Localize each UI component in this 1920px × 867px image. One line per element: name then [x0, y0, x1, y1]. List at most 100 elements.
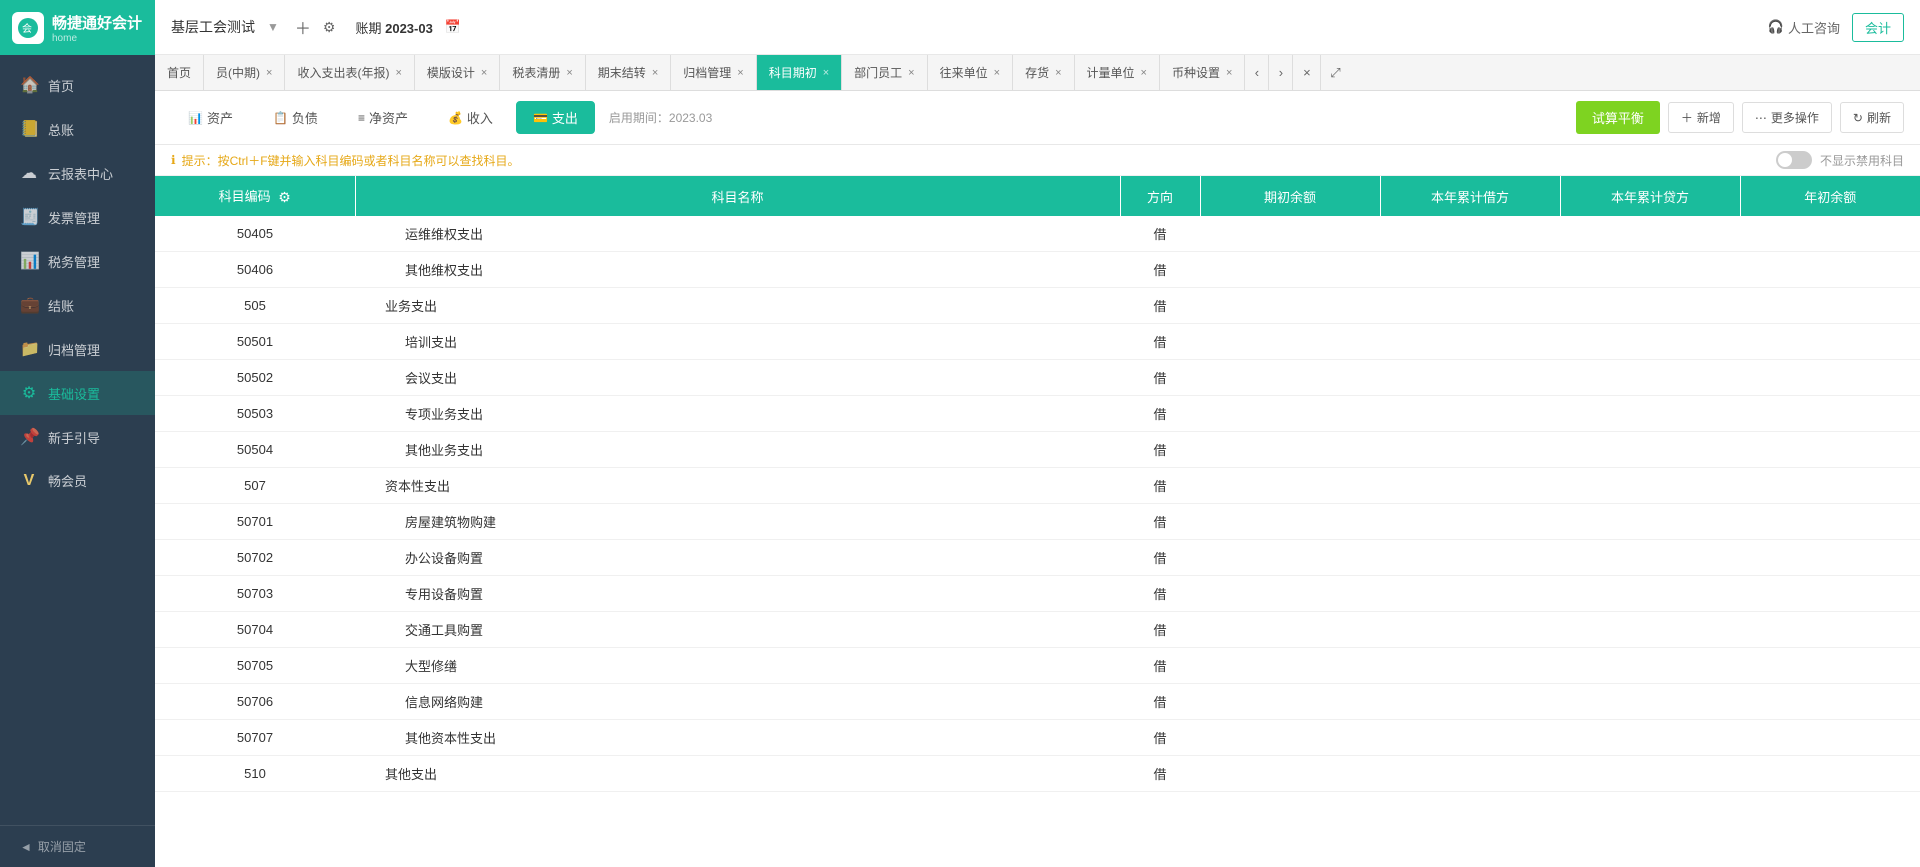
tab-tax[interactable]: 税表清册 × [500, 55, 585, 90]
tab-report-mid[interactable]: 员(中期) × [204, 55, 285, 90]
tab-expand-button[interactable]: ⤢ [1321, 55, 1349, 90]
sidebar-item-archive[interactable]: 📁 归档管理 [0, 327, 155, 371]
refresh-button[interactable]: ↻ 刷新 [1840, 102, 1904, 133]
table-row[interactable]: 50703专用设备购置借 [155, 576, 1920, 612]
table-row[interactable]: 50706信息网络购建借 [155, 684, 1920, 720]
tab-period-end-close[interactable]: × [652, 67, 658, 79]
table-row[interactable]: 507资本性支出借 [155, 468, 1920, 504]
cell-opening [1200, 576, 1380, 612]
sub-tab-net-asset[interactable]: ≡ 净资产 [341, 101, 425, 134]
sidebar-item-checkout[interactable]: 💼 结账 [0, 283, 155, 327]
sidebar-item-settings[interactable]: ⚙ 基础设置 [0, 371, 155, 415]
cell-name: 业务支出 [355, 288, 1120, 324]
cell-code: 50701 [155, 504, 355, 540]
company-dropdown-icon[interactable]: ▼ [267, 20, 279, 34]
sidebar-collapse[interactable]: ◄ 取消固定 [0, 825, 155, 867]
cell-direction: 借 [1120, 432, 1200, 468]
table-row[interactable]: 50501培训支出借 [155, 324, 1920, 360]
table-row[interactable]: 50503专项业务支出借 [155, 396, 1920, 432]
more-button[interactable]: ⋯ 更多操作 [1742, 102, 1832, 133]
tab-partner-close[interactable]: × [994, 67, 1000, 79]
tab-subject-init-close[interactable]: × [823, 67, 829, 79]
tab-subject-init[interactable]: 科目期初 × [757, 55, 842, 90]
tab-unit[interactable]: 计量单位 × [1075, 55, 1160, 90]
col-direction: 方向 [1120, 176, 1200, 216]
disable-toggle[interactable] [1776, 151, 1812, 169]
tab-partner[interactable]: 往来单位 × [928, 55, 1013, 90]
tab-prev-button[interactable]: ‹ [1245, 55, 1269, 90]
tab-tax-close[interactable]: × [566, 67, 572, 79]
tab-next-button[interactable]: › [1269, 55, 1293, 90]
tab-currency[interactable]: 币种设置 × [1160, 55, 1245, 90]
sidebar-item-home[interactable]: 🏠 首页 [0, 63, 155, 107]
sidebar-item-ledger[interactable]: 📒 总账 [0, 107, 155, 151]
table-row[interactable]: 50705大型修缮借 [155, 648, 1920, 684]
tab-report-mid-close[interactable]: × [266, 67, 272, 79]
tab-unit-close[interactable]: × [1141, 67, 1147, 79]
tab-home[interactable]: 首页 [155, 55, 204, 90]
app-name: 畅捷通好会计 [52, 12, 142, 33]
refresh-label: 刷新 [1867, 109, 1891, 126]
tab-archive-close[interactable]: × [737, 67, 743, 79]
sidebar-item-member-label: 畅会员 [48, 471, 87, 490]
tab-tax-label: 税表清册 [512, 64, 560, 81]
table-row[interactable]: 510其他支出借 [155, 756, 1920, 792]
tab-template-close[interactable]: × [481, 67, 487, 79]
sidebar-item-invoice[interactable]: 🧾 发票管理 [0, 195, 155, 239]
tab-template[interactable]: 模版设计 × [415, 55, 500, 90]
add-button[interactable]: ＋ 新增 [1668, 102, 1734, 133]
sidebar-item-tax[interactable]: 📊 税务管理 [0, 239, 155, 283]
tab-inventory-close[interactable]: × [1055, 67, 1061, 79]
tab-unit-label: 计量单位 [1087, 64, 1135, 81]
sub-tab-income[interactable]: 💰 收入 [431, 101, 510, 134]
table-row[interactable]: 50702办公设备购置借 [155, 540, 1920, 576]
sidebar-item-member[interactable]: V 畅会员 [0, 459, 155, 502]
sub-tab-asset-label: 资产 [207, 108, 233, 127]
user-role-button[interactable]: 会计 [1852, 13, 1904, 42]
tab-currency-close[interactable]: × [1226, 67, 1232, 79]
cell-name: 交通工具购置 [355, 612, 1120, 648]
sidebar-item-guide[interactable]: 📌 新手引导 [0, 415, 155, 459]
trial-balance-button[interactable]: 试算平衡 [1576, 101, 1660, 134]
col-settings-icon[interactable]: ⚙ [278, 189, 291, 205]
sidebar-item-invoice-label: 发票管理 [48, 208, 100, 227]
cell-code: 50707 [155, 720, 355, 756]
table-row[interactable]: 505业务支出借 [155, 288, 1920, 324]
tab-dept-close[interactable]: × [908, 67, 914, 79]
cell-name: 专用设备购置 [355, 576, 1120, 612]
cell-ytd-debit [1380, 576, 1560, 612]
tab-income-close[interactable]: × [395, 67, 401, 79]
add-company-icon[interactable]: ＋ [295, 15, 311, 39]
cell-code: 50503 [155, 396, 355, 432]
sub-tab-expense[interactable]: 💳 支出 [516, 101, 595, 134]
cell-ytd-credit [1560, 216, 1740, 252]
table-row[interactable]: 50701房屋建筑物购建借 [155, 504, 1920, 540]
cell-direction: 借 [1120, 324, 1200, 360]
table-row[interactable]: 50707其他资本性支出借 [155, 720, 1920, 756]
cell-opening [1200, 468, 1380, 504]
sub-tab-actions: 试算平衡 ＋ 新增 ⋯ 更多操作 ↻ 刷新 [1576, 101, 1904, 134]
table-row[interactable]: 50405运维维权支出借 [155, 216, 1920, 252]
tab-inventory[interactable]: 存货 × [1013, 55, 1074, 90]
liability-icon: 📋 [273, 111, 288, 125]
help-button[interactable]: 🎧 人工咨询 [1768, 18, 1840, 37]
sub-tab-liability[interactable]: 📋 负债 [256, 101, 335, 134]
cell-ytd-credit [1560, 396, 1740, 432]
sub-tab-asset[interactable]: 📊 资产 [171, 101, 250, 134]
cell-direction: 借 [1120, 648, 1200, 684]
tab-period-end[interactable]: 期末结转 × [586, 55, 671, 90]
table-row[interactable]: 50704交通工具购置借 [155, 612, 1920, 648]
cell-year-start [1740, 324, 1920, 360]
company-settings-icon[interactable]: ⚙ [323, 19, 336, 36]
company-name[interactable]: 基层工会测试 [171, 17, 255, 37]
tab-archive[interactable]: 归档管理 × [671, 55, 756, 90]
tab-close-all-button[interactable]: × [1293, 55, 1321, 90]
calendar-icon[interactable]: 📅 [445, 19, 461, 35]
table-row[interactable]: 50504其他业务支出借 [155, 432, 1920, 468]
tab-income[interactable]: 收入支出表(年报) × [285, 55, 414, 90]
table-row[interactable]: 50406其他维权支出借 [155, 252, 1920, 288]
cell-year-start [1740, 288, 1920, 324]
table-row[interactable]: 50502会议支出借 [155, 360, 1920, 396]
sidebar-item-cloud-report[interactable]: ☁ 云报表中心 [0, 151, 155, 195]
tab-dept[interactable]: 部门员工 × [842, 55, 927, 90]
